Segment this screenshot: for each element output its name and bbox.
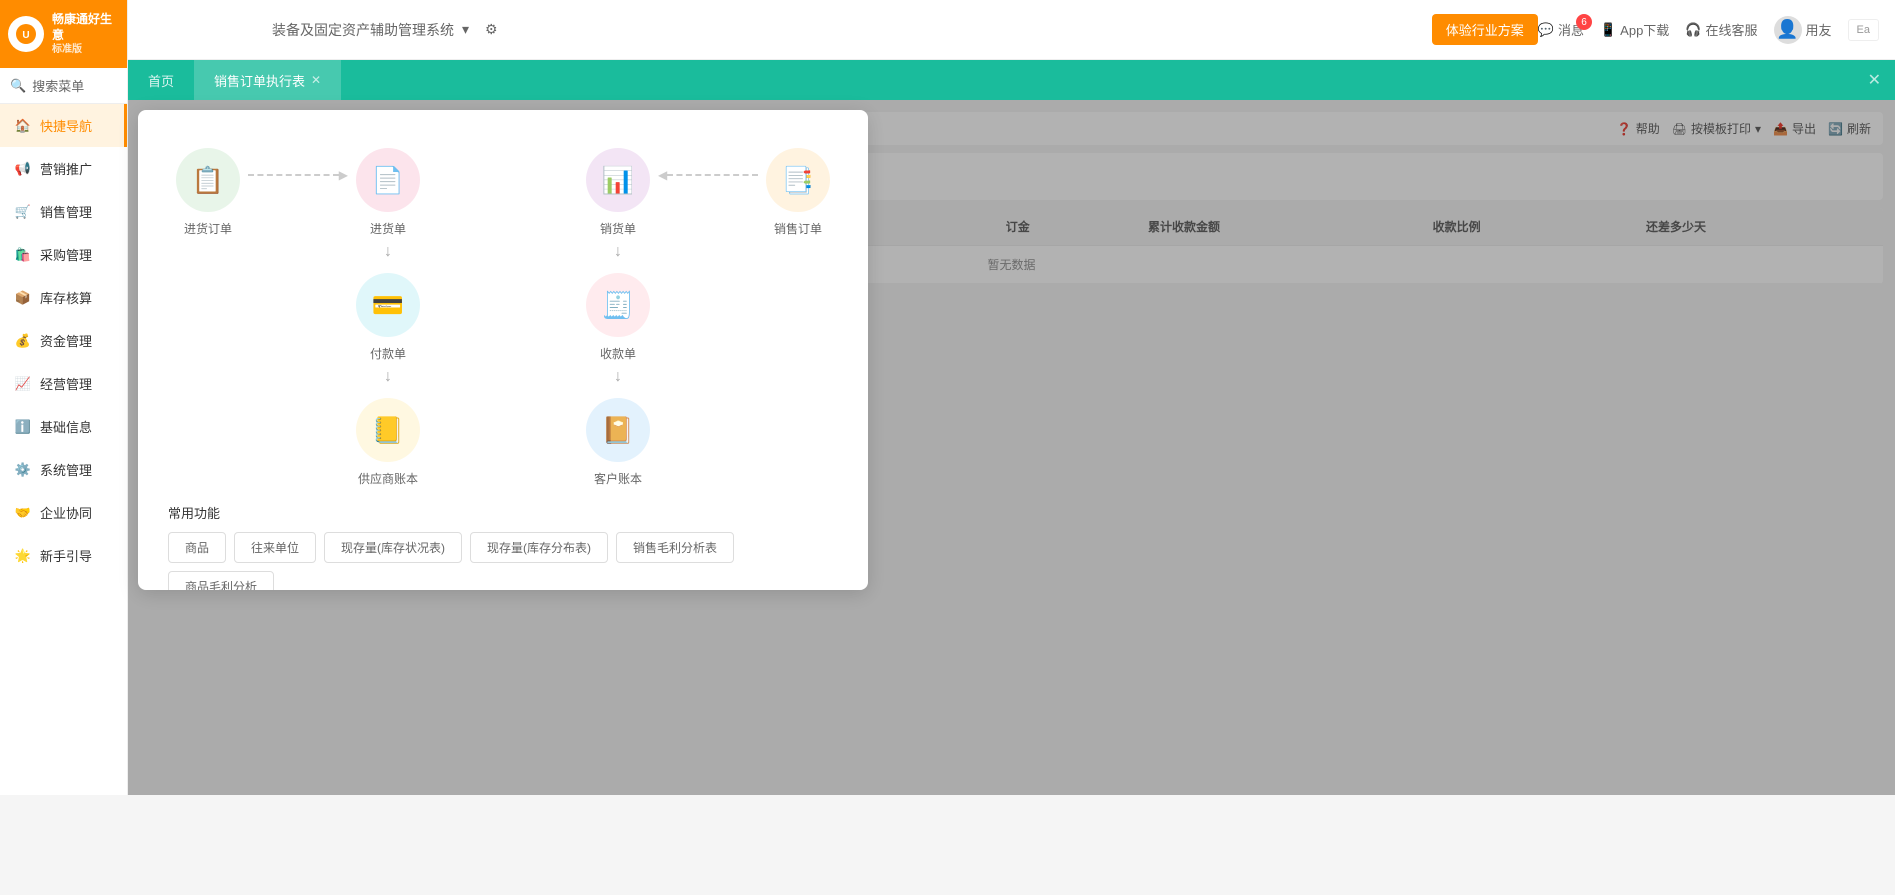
flow-bottom-row: 📒 📔 [168,390,838,470]
avatar: 👤 [1774,16,1802,44]
receipt-icon: 🧾 [602,290,634,321]
supplier-icon: 📒 [372,415,404,446]
header-title: 装备及固定资产辅助管理系统 ▾ ⚙ [272,20,1420,40]
logo-icon: U [8,16,44,52]
sidebar-item-quick-nav[interactable]: 🏠 快捷导航 [0,104,127,147]
tab-bar: 首页 销售订单执行表 ✕ ✕ [128,60,1895,100]
settings-icon[interactable]: ⚙ [485,21,498,38]
sidebar-search[interactable]: 🔍 搜索菜单 [0,68,127,104]
supplier-account-node[interactable]: 📒 [348,390,428,470]
sidebar: U 畅康通好生意 标准版 🔍 搜索菜单 🏠 快捷导航 📢 营销推广 🛒 销售管理… [0,0,128,795]
common-func-title: 常用功能 [168,503,838,522]
sidebar-item-system[interactable]: ⚙️ 系统管理 [0,448,127,491]
app-download-btn[interactable]: 📱 App下载 [1600,20,1669,39]
func-btn-1[interactable]: 往来单位 [234,532,316,563]
system-icon: ⚙️ [14,461,32,479]
header-dropdown-icon[interactable]: ▾ [462,21,469,38]
receipt-bill-node[interactable]: 🧾 [578,265,658,345]
sales-order-node[interactable]: 📑 [758,140,838,220]
modal-overlay[interactable]: 📋 ▶ 📄 📊 [128,100,1895,795]
sales-bill-label: 销货单 [578,220,658,237]
purchase-order-node[interactable]: 📋 [168,140,248,220]
sales-order-icon: 📑 [782,165,814,196]
search-icon: 🔍 [10,78,26,94]
sidebar-item-purchase[interactable]: 🛍️ 采购管理 [0,233,127,276]
purchase-bill-node[interactable]: 📄 [348,140,428,220]
basic-info-icon: ℹ️ [14,418,32,436]
customer-account-label: 客户账本 [578,470,658,487]
sidebar-nav: 🏠 快捷导航 📢 营销推广 🛒 销售管理 🛍️ 采购管理 📦 库存核算 💰 资金… [0,104,127,795]
sidebar-item-marketing[interactable]: 📢 营销推广 [0,147,127,190]
finance-icon: 💰 [14,332,32,350]
main-header: 装备及固定资产辅助管理系统 ▾ ⚙ 体验行业方案 💬 消息 6 📱 App下载 … [128,0,1895,60]
func-btn-2[interactable]: 现存量(库存状况表) [324,532,462,563]
logo-text: 畅康通好生意 标准版 [52,12,119,56]
sidebar-item-inventory[interactable]: 📦 库存核算 [0,276,127,319]
sidebar-item-operation[interactable]: 📈 经营管理 [0,362,127,405]
func-btn-3[interactable]: 现存量(库存分布表) [470,532,608,563]
payment-bill-label: 付款单 [348,345,428,362]
flow-down-arrows-1: ↓ ↓ [168,243,838,261]
arrow-sales-order-to-bill: ◀ [658,168,758,182]
purchase-bill-icon: 📄 [372,165,404,196]
supplier-account-label: 供应商账本 [348,470,428,487]
marketing-icon: 📢 [14,160,32,178]
enterprise-icon: 🤝 [14,504,32,522]
tab-home[interactable]: 首页 [128,60,194,100]
tab-bar-close-btn[interactable]: ✕ [1854,60,1895,100]
operation-icon: 📈 [14,375,32,393]
message-btn[interactable]: 💬 消息 6 [1538,20,1584,39]
online-service-btn[interactable]: 🎧 在线客服 [1685,20,1757,39]
message-icon: 💬 [1538,22,1554,38]
sidebar-item-finance[interactable]: 💰 资金管理 [0,319,127,362]
service-icon: 🎧 [1685,22,1701,38]
newbie-icon: 🌟 [14,547,32,565]
flow-down-arrows-2: ↓ ↓ [168,368,838,386]
func-buttons: 商品往来单位现存量(库存状况表)现存量(库存分布表)销售毛利分析表商品毛利分析销… [168,532,838,590]
common-functions: 常用功能 商品往来单位现存量(库存状况表) 现存量(库存分布表) 销售毛利分析表商品… [168,503,838,590]
sidebar-item-sales[interactable]: 🛒 销售管理 [0,190,127,233]
sidebar-logo: U 畅康通好生意 标准版 [0,0,127,68]
ea-badge: Ea [1848,19,1879,41]
home-icon: 🏠 [14,117,32,135]
flow-middle-labels: 付款单 收款单 [168,345,838,362]
arrow-purchase-to-bill: ▶ [248,168,348,182]
customer-icon: 📔 [602,415,634,446]
purchase-bill-label: 进货单 [348,220,428,237]
receipt-bill-label: 收款单 [578,345,658,362]
flow-middle-row: 💳 🧾 [168,265,838,345]
func-btn-4[interactable]: 销售毛利分析表 [616,532,734,563]
sidebar-item-basic-info[interactable]: ℹ️ 基础信息 [0,405,127,448]
tab-close-icon[interactable]: ✕ [311,73,321,87]
try-industry-btn[interactable]: 体验行业方案 [1432,14,1538,45]
payment-bill-node[interactable]: 💳 [348,265,428,345]
sidebar-item-enterprise[interactable]: 🤝 企业协同 [0,491,127,534]
modal-box: 📋 ▶ 📄 📊 [138,110,868,590]
sales-bill-icon: 📊 [602,165,634,196]
user-menu[interactable]: 👤 用友 [1774,16,1832,44]
payment-icon: 💳 [372,290,404,321]
header-right: 💬 消息 6 📱 App下载 🎧 在线客服 👤 用友 Ea [1538,16,1879,44]
tab-sales-order[interactable]: 销售订单执行表 ✕ [194,60,341,100]
func-btn-0[interactable]: 商品 [168,532,226,563]
sales-order-label: 销售订单 [758,220,838,237]
sales-icon: 🛒 [14,203,32,221]
svg-text:U: U [22,30,29,41]
flow-top-row: 📋 ▶ 📄 📊 [168,140,838,220]
purchase-icon: 🛍️ [14,246,32,264]
sales-bill-node[interactable]: 📊 [578,140,658,220]
purchase-order-icon: 📋 [192,165,224,196]
func-btn-5[interactable]: 商品毛利分析 [168,571,274,590]
customer-account-node[interactable]: 📔 [578,390,658,470]
sidebar-item-newbie[interactable]: 🌟 新手引导 [0,534,127,577]
inventory-icon: 📦 [14,289,32,307]
purchase-order-label: 进货订单 [168,220,248,237]
flow-top-labels: 进货订单 进货单 销货单 销售订单 [168,220,838,237]
download-icon: 📱 [1600,22,1616,38]
flow-bottom-labels: 供应商账本 客户账本 [168,470,838,487]
